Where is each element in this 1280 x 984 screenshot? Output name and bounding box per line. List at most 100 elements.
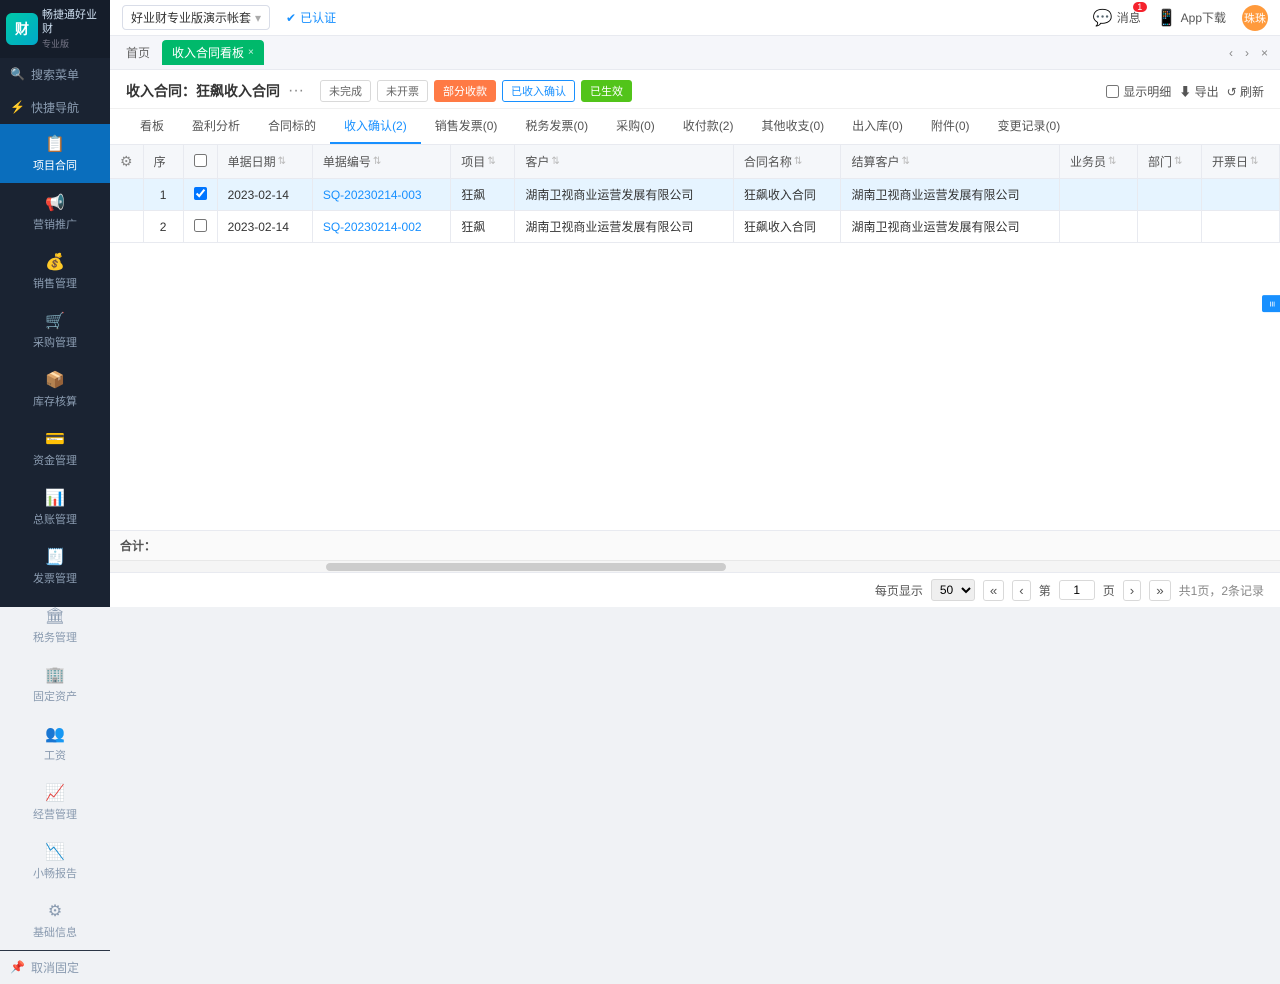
sidebar-item-sales[interactable]: 💰 销售管理 [0, 242, 110, 301]
sidebar-unpin[interactable]: 📌 取消固定 [0, 950, 110, 984]
sort-contract-icon[interactable]: ⇅ [794, 156, 802, 167]
app-download-button[interactable]: 📱 App下载 [1157, 8, 1226, 28]
sidebar-item-search[interactable]: 🔍 搜索菜单 [0, 58, 110, 91]
per-page-select[interactable]: 50 [931, 579, 975, 601]
tab-revenue-confirm[interactable]: 收入确认(2) [330, 109, 421, 144]
sidebar-item-tax[interactable]: 🏛 税务管理 [0, 596, 110, 655]
status-effective[interactable]: 已生效 [581, 80, 632, 102]
cell-contract: 狂飙收入合同 [733, 179, 841, 211]
th-department[interactable]: 部门 ⇅ [1137, 145, 1201, 179]
export-button[interactable]: ⬇ 导出 [1179, 83, 1218, 100]
cell-check[interactable] [183, 179, 217, 211]
th-customer[interactable]: 客户 ⇅ [515, 145, 734, 179]
refresh-button[interactable]: ↺ 刷新 [1227, 83, 1264, 100]
tab-profit[interactable]: 盈利分析 [178, 109, 254, 144]
sidebar-item-assets[interactable]: 🏢 固定资产 [0, 655, 110, 714]
tab-attachments[interactable]: 附件(0) [917, 109, 984, 144]
sidebar-item-marketing[interactable]: 📢 营销推广 [0, 183, 110, 242]
more-actions-button[interactable]: ··· [288, 82, 304, 100]
code-link[interactable]: SQ-20230214-003 [323, 188, 422, 202]
sidebar-item-basic[interactable]: ⚙ 基础信息 [0, 891, 110, 950]
sidebar-item-general[interactable]: 📊 总账管理 [0, 478, 110, 537]
company-name: 好业财专业版演示帐套 [131, 9, 251, 26]
sort-open-date-icon[interactable]: ⇅ [1250, 156, 1258, 167]
next-page-button[interactable]: › [1123, 580, 1141, 601]
status-not-complete[interactable]: 未完成 [320, 80, 371, 102]
table-row[interactable]: 2 2023-02-14 SQ-20230214-002 狂飙 湖南卫视商业运营… [110, 211, 1280, 243]
home-tab[interactable]: 首页 [118, 44, 158, 61]
sort-date-icon[interactable]: ⇅ [278, 156, 286, 167]
cell-code[interactable]: SQ-20230214-002 [312, 211, 450, 243]
tab-kanban[interactable]: 看板 [126, 109, 178, 144]
scrollbar-thumb[interactable] [326, 563, 726, 571]
status-not-invoiced[interactable]: 未开票 [377, 80, 428, 102]
user-menu[interactable]: 珠珠 [1242, 5, 1268, 31]
tab-payment[interactable]: 收付款(2) [669, 109, 748, 144]
sidebar-item-invoice[interactable]: 🧾 发票管理 [0, 537, 110, 596]
th-setting[interactable]: ⚙ [110, 145, 143, 179]
right-panel-toggle[interactable]: ≡ [1262, 295, 1280, 313]
select-all-checkbox[interactable] [194, 154, 207, 167]
tab-close-all-icon[interactable]: × [1257, 44, 1272, 62]
contract-name: 狂飙收入合同 [196, 83, 280, 99]
sidebar-item-inventory[interactable]: 📦 库存核算 [0, 360, 110, 419]
tab-other-income[interactable]: 其他收支(0) [747, 109, 838, 144]
search-icon: 🔍 [10, 67, 25, 81]
show-detail-checkbox[interactable]: 显示明细 [1106, 83, 1171, 100]
message-button[interactable]: 💬 消息 1 [1093, 8, 1141, 28]
tab-next-icon[interactable]: › [1241, 44, 1253, 62]
sort-dept-icon[interactable]: ⇅ [1174, 156, 1182, 167]
sort-project-icon[interactable]: ⇅ [487, 156, 495, 167]
horizontal-scrollbar[interactable] [110, 560, 1280, 572]
message-badge: 1 [1133, 2, 1147, 12]
code-link[interactable]: SQ-20230214-002 [323, 220, 422, 234]
table-row[interactable]: 1 2023-02-14 SQ-20230214-003 狂飙 湖南卫视商业运营… [110, 179, 1280, 211]
status-partial-payment[interactable]: 部分收款 [434, 80, 496, 102]
sidebar-item-quick-nav[interactable]: ⚡ 快捷导航 [0, 91, 110, 124]
sidebar-item-purchase[interactable]: 🛒 采购管理 [0, 301, 110, 360]
sidebar-item-biz[interactable]: 📈 经营管理 [0, 773, 110, 832]
th-salesperson[interactable]: 业务员 ⇅ [1060, 145, 1138, 179]
sort-settle-icon[interactable]: ⇅ [901, 156, 909, 167]
sidebar-item-general-label: 总账管理 [33, 511, 77, 527]
th-date[interactable]: 单据日期 ⇅ [217, 145, 312, 179]
page-label: 第 [1039, 582, 1051, 599]
last-page-button[interactable]: » [1149, 580, 1170, 601]
cell-check[interactable] [183, 211, 217, 243]
first-page-button[interactable]: « [983, 580, 1004, 601]
tab-tax-invoice[interactable]: 税务发票(0) [511, 109, 602, 144]
tab-sales-invoice[interactable]: 销售发票(0) [421, 109, 512, 144]
prev-page-button[interactable]: ‹ [1012, 580, 1030, 601]
row-checkbox[interactable] [194, 219, 207, 232]
tab-prev-icon[interactable]: ‹ [1225, 44, 1237, 62]
user-avatar: 珠珠 [1242, 5, 1268, 31]
download-icon: 📱 [1157, 8, 1177, 28]
th-project[interactable]: 项目 ⇅ [451, 145, 515, 179]
th-code[interactable]: 单据编号 ⇅ [312, 145, 450, 179]
sidebar-item-project[interactable]: 📋 项目合同 [0, 124, 110, 183]
tab-close-icon[interactable]: × [248, 47, 254, 58]
sort-customer-icon[interactable]: ⇅ [551, 156, 559, 167]
tab-purchase[interactable]: 采购(0) [602, 109, 669, 144]
th-open-date[interactable]: 开票日 ⇅ [1202, 145, 1280, 179]
sort-salesperson-icon[interactable]: ⇅ [1108, 156, 1116, 167]
right-panel-icon[interactable]: ≡ [1262, 295, 1280, 313]
cell-code[interactable]: SQ-20230214-003 [312, 179, 450, 211]
sidebar-item-capital[interactable]: 💳 资金管理 [0, 419, 110, 478]
th-settle-customer[interactable]: 结算客户 ⇅ [841, 145, 1060, 179]
sidebar-item-hr[interactable]: 👥 工资 [0, 714, 110, 773]
company-selector[interactable]: 好业财专业版演示帐套 ▾ [122, 5, 270, 30]
settings-icon[interactable]: ⚙ [120, 153, 133, 169]
show-detail-input[interactable] [1106, 85, 1119, 98]
tab-contract-subject[interactable]: 合同标的 [254, 109, 330, 144]
active-tab[interactable]: 收入合同看板 × [162, 40, 264, 65]
sort-code-icon[interactable]: ⇅ [373, 156, 381, 167]
status-revenue-confirmed[interactable]: 已收入确认 [502, 80, 575, 102]
page-input[interactable] [1059, 580, 1095, 600]
th-check[interactable] [183, 145, 217, 179]
row-checkbox[interactable] [194, 187, 207, 200]
tab-warehouse[interactable]: 出入库(0) [838, 109, 917, 144]
sidebar-item-report[interactable]: 📉 小畅报告 [0, 832, 110, 891]
tab-change-log[interactable]: 变更记录(0) [984, 109, 1075, 144]
th-contract[interactable]: 合同名称 ⇅ [733, 145, 841, 179]
